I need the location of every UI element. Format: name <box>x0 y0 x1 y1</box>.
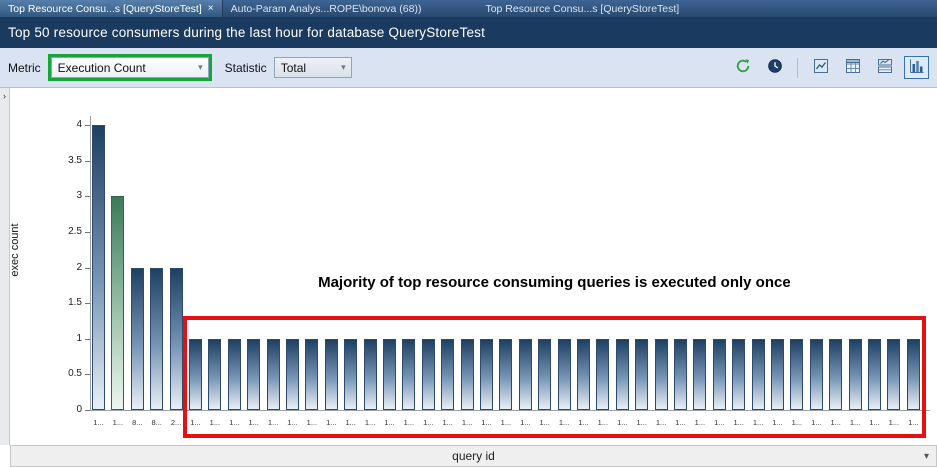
document-tab-bar: Top Resource Consu...s [QueryStoreTest] … <box>0 0 937 17</box>
y-tick-label: 1.5 <box>38 297 82 308</box>
bar-chart-view-button[interactable] <box>904 56 929 79</box>
report-toolbar: Metric Execution Count ▾ Statistic Total… <box>0 48 937 88</box>
bar-chart-view-icon <box>909 58 925 77</box>
grid-view-icon <box>845 58 861 77</box>
x-tick-label: 1... <box>108 418 128 427</box>
y-tick-mark <box>85 339 90 340</box>
tab-label: Top Resource Consu...s [QueryStoreTest] <box>485 3 679 15</box>
highlight-red-box <box>183 316 926 438</box>
query-bar[interactable] <box>131 268 144 411</box>
query-bar[interactable] <box>170 268 183 411</box>
query-bar[interactable] <box>111 196 124 410</box>
y-tick-label: 0 <box>38 404 82 415</box>
metric-value: Execution Count <box>58 61 146 75</box>
page-title: Top 50 resource consumers during the las… <box>8 25 485 40</box>
tab-label: Top Resource Consu...s [QueryStoreTest] <box>8 3 202 15</box>
chart-panel: › exec count 00.511.522.533.541...1...8.… <box>0 88 937 445</box>
chart-view-button[interactable] <box>808 56 833 79</box>
chart-annotation: Majority of top resource consuming queri… <box>183 274 926 291</box>
metric-dropdown[interactable]: Execution Count ▾ <box>51 57 209 78</box>
y-tick-mark <box>85 161 90 162</box>
grid-view-button[interactable] <box>840 56 865 79</box>
x-tick-label: 8... <box>127 418 147 427</box>
x-tick-label: 8... <box>147 418 167 427</box>
y-tick-mark <box>85 196 90 197</box>
tab-top-resource-consumers-1[interactable]: Top Resource Consu...s [QueryStoreTest] … <box>0 0 222 17</box>
metric-highlight-annotation: Execution Count ▾ <box>48 54 212 81</box>
close-icon[interactable]: × <box>208 3 214 14</box>
query-bar[interactable] <box>92 125 105 410</box>
chevron-down-icon: ▾ <box>924 451 929 462</box>
y-axis-line <box>90 116 91 410</box>
y-tick-label: 2.5 <box>38 226 82 237</box>
split-view-button[interactable] <box>872 56 897 79</box>
x-axis-dropdown[interactable]: query id ▾ <box>10 445 937 467</box>
refresh-button[interactable] <box>730 56 755 79</box>
y-tick-label: 2 <box>38 262 82 273</box>
timer-button[interactable] <box>762 56 787 79</box>
y-tick-label: 3.5 <box>38 155 82 166</box>
y-tick-label: 1 <box>38 333 82 344</box>
statistic-value: Total <box>281 61 306 75</box>
y-tick-label: 4 <box>38 119 82 130</box>
y-tick-label: 3 <box>38 190 82 201</box>
y-tick-mark <box>85 303 90 304</box>
tab-label: Auto-Param Analys...ROPE\bonova (68)) <box>231 3 422 15</box>
query-bar[interactable] <box>150 268 163 411</box>
metric-label: Metric <box>8 61 41 75</box>
statistic-label: Statistic <box>225 61 267 75</box>
tab-top-resource-consumers-2[interactable]: Top Resource Consu...s [QueryStoreTest] <box>477 0 687 17</box>
tab-auto-param-analysis[interactable]: Auto-Param Analys...ROPE\bonova (68)) <box>223 0 430 17</box>
x-axis-title: query id <box>452 449 495 463</box>
y-tick-mark <box>85 268 90 269</box>
toolbar-separator <box>797 58 798 78</box>
timer-icon <box>767 58 783 77</box>
y-tick-mark <box>85 374 90 375</box>
chart-view-icon <box>813 58 829 77</box>
refresh-icon <box>735 58 751 77</box>
chevron-down-icon: ▾ <box>341 62 346 73</box>
x-tick-label: 1... <box>89 418 109 427</box>
expand-chevron-icon: › <box>3 91 6 101</box>
y-tick-mark <box>85 232 90 233</box>
y-tick-label: 0.5 <box>38 368 82 379</box>
tab-spacer <box>429 0 477 17</box>
y-tick-mark <box>85 125 90 126</box>
y-tick-mark <box>85 410 90 411</box>
y-axis-title: exec count <box>9 223 21 276</box>
split-view-icon <box>877 58 893 77</box>
report-title-bar: Top 50 resource consumers during the las… <box>0 17 937 48</box>
chevron-down-icon: ▾ <box>198 62 203 73</box>
statistic-dropdown[interactable]: Total ▾ <box>274 57 352 78</box>
bar-chart-plot: exec count 00.511.522.533.541...1...8...… <box>10 88 937 445</box>
